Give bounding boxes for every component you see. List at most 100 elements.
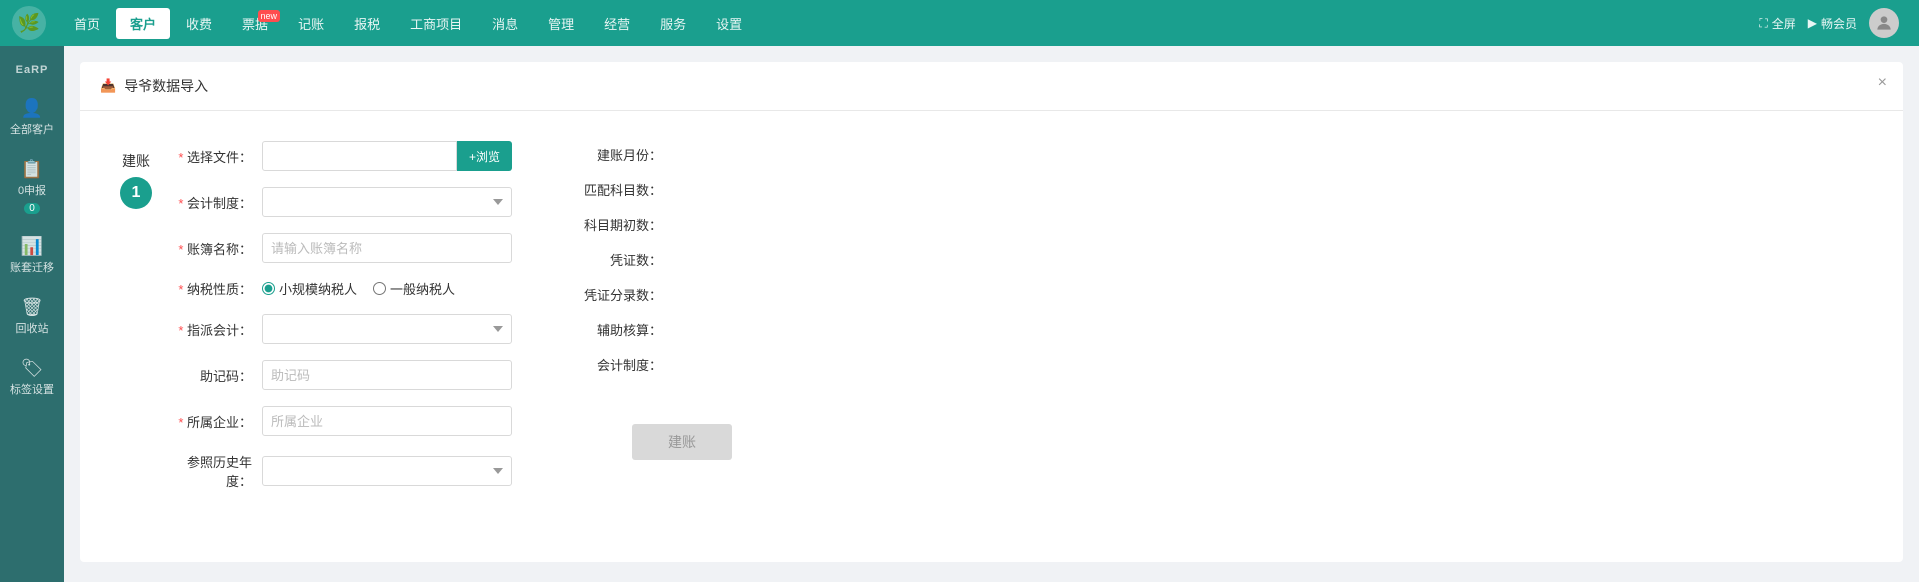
initial-subjects-label: 科目期初数： — [572, 215, 662, 234]
history-year-label: 参照历史年度： — [172, 452, 252, 490]
memo-row: 助记码： — [172, 360, 512, 390]
ledger-name-label: 账簿名称： — [172, 239, 252, 258]
general-taxpayer-option[interactable]: 一般纳税人 — [373, 279, 455, 298]
match-subjects-row: 匹配科目数： — [572, 180, 792, 199]
aux-accounting-row: 辅助核算： — [572, 320, 792, 339]
voucher-count-label: 凭证数： — [572, 250, 662, 269]
history-year-row: 参照历史年度： — [172, 452, 512, 490]
assign-accountant-label: 指派会计： — [172, 320, 252, 339]
fullscreen-button[interactable]: ⛶ 全屏 — [1759, 15, 1795, 32]
accounting-system-label: 会计制度： — [172, 193, 252, 212]
memo-input[interactable] — [262, 360, 512, 390]
member-button[interactable]: ▶ 畅会员 — [1808, 15, 1857, 32]
sidebar-item-label: 回收站 — [16, 322, 49, 336]
info-accounting-system-label: 会计制度： — [572, 355, 662, 374]
sidebar-item-label: 账套迁移 — [10, 261, 54, 275]
nav-item-settings[interactable]: 设置 — [702, 8, 756, 39]
file-label: 选择文件： — [172, 147, 252, 166]
initial-subjects-row: 科目期初数： — [572, 215, 792, 234]
nav-item-business-project[interactable]: 工商项目 — [396, 8, 476, 39]
tags-icon: 🏷 — [21, 358, 44, 379]
nav-items: 首页 客户 收费 票据 new 记账 报税 工商项目 消息 管理 经营 服务 设… — [60, 8, 1759, 39]
voucher-count-row: 凭证数： — [572, 250, 792, 269]
sidebar-item-recycle[interactable]: 🗑 回收站 — [0, 287, 64, 346]
general-taxpayer-radio[interactable] — [373, 282, 386, 295]
fullscreen-icon: ⛶ — [1759, 16, 1767, 31]
content-area: 📥 导爷数据导入 × 建账 1 选择 — [64, 46, 1919, 582]
tax-type-label: 纳税性质： — [172, 279, 252, 298]
setup-month-label: 建账月份： — [572, 145, 662, 164]
small-taxpayer-option[interactable]: 小规模纳税人 — [262, 279, 357, 298]
panel-title: 导爷数据导入 — [124, 76, 208, 96]
tax-type-row: 纳税性质： 小规模纳税人 一般纳税人 — [172, 279, 512, 298]
assign-accountant-select[interactable] — [262, 314, 512, 344]
migration-icon: 📊 — [21, 236, 43, 257]
recycle-icon: 🗑 — [21, 297, 44, 318]
nav-right: ⛶ 全屏 ▶ 畅会员 — [1759, 8, 1911, 38]
declaration-badge: 0 — [24, 203, 40, 214]
panel-body: 建账 1 选择文件： +浏览 — [80, 111, 1903, 520]
history-year-select[interactable] — [262, 456, 512, 486]
top-navigation: 🌿 首页 客户 收费 票据 new 记账 报税 工商项目 消息 管理 经营 服务… — [0, 0, 1919, 46]
nav-item-operations[interactable]: 经营 — [590, 8, 644, 39]
import-icon: 📥 — [100, 78, 116, 94]
nav-item-home[interactable]: 首页 — [60, 8, 114, 39]
step-label: 建账 — [122, 151, 150, 171]
company-input[interactable] — [262, 406, 512, 436]
sidebar-item-all-clients[interactable]: 👤 全部客户 — [0, 88, 64, 147]
nav-item-client[interactable]: 客户 — [116, 8, 170, 39]
sidebar-item-tags[interactable]: 🏷 标签设置 — [0, 348, 64, 407]
step-section: 建账 1 选择文件： +浏览 — [120, 141, 512, 490]
main-layout: EaRP 👤 全部客户 📋 0申报 0 📊 账套迁移 🗑 回收站 🏷 标签设置 — [0, 46, 1919, 582]
sidebar-item-label: 标签设置 — [10, 383, 54, 397]
avatar[interactable] — [1869, 8, 1899, 38]
right-info-container: 建账月份： 匹配科目数： 科目期初数： 凭证数： — [572, 141, 792, 490]
company-label: 所属企业： — [172, 412, 252, 431]
ledger-name-input[interactable] — [262, 233, 512, 263]
sidebar-item-earp: EaRP — [0, 54, 64, 86]
company-row: 所属企业： — [172, 406, 512, 436]
info-accounting-system-row: 会计制度： — [572, 355, 792, 374]
all-clients-icon: 👤 — [21, 98, 43, 119]
nav-item-message[interactable]: 消息 — [478, 8, 532, 39]
logo-icon: 🌿 — [18, 13, 40, 34]
aux-accounting-label: 辅助核算： — [572, 320, 662, 339]
sidebar-item-declaration[interactable]: 📋 0申报 0 — [0, 149, 64, 223]
nav-item-tax[interactable]: 报税 — [340, 8, 394, 39]
file-input-group: +浏览 — [262, 141, 512, 171]
file-text-input[interactable] — [262, 141, 457, 171]
sidebar-item-label: 0申报 — [18, 184, 46, 198]
assign-accountant-row: 指派会计： — [172, 314, 512, 344]
nav-item-fee[interactable]: 收费 — [172, 8, 226, 39]
accounting-system-row: 会计制度： — [172, 187, 512, 217]
nav-item-manage[interactable]: 管理 — [534, 8, 588, 39]
tax-type-radio-group: 小规模纳税人 一般纳税人 — [262, 279, 455, 298]
browse-button[interactable]: +浏览 — [457, 141, 512, 171]
close-button[interactable]: × — [1878, 74, 1887, 92]
form-section: 选择文件： +浏览 会计制度： — [172, 141, 512, 490]
nav-item-invoice[interactable]: 票据 new — [228, 8, 282, 39]
info-section: 建账月份： 匹配科目数： 科目期初数： 凭证数： — [572, 141, 792, 374]
import-panel: 📥 导爷数据导入 × 建账 1 选择 — [80, 62, 1903, 562]
sidebar-item-migration[interactable]: 📊 账套迁移 — [0, 226, 64, 285]
step-circle: 1 — [120, 177, 152, 209]
sidebar-item-label: 全部客户 — [10, 123, 54, 137]
accounting-system-select[interactable] — [262, 187, 512, 217]
voucher-entries-label: 凭证分录数： — [572, 285, 662, 304]
create-account-button[interactable]: 建账 — [632, 424, 732, 460]
match-subjects-label: 匹配科目数： — [572, 180, 662, 199]
member-icon: ▶ — [1808, 16, 1817, 30]
file-row: 选择文件： +浏览 — [172, 141, 512, 171]
nav-item-service[interactable]: 服务 — [646, 8, 700, 39]
panel-header: 📥 导爷数据导入 × — [80, 62, 1903, 111]
earp-label: EaRP — [16, 64, 49, 76]
voucher-entries-row: 凭证分录数： — [572, 285, 792, 304]
small-taxpayer-radio[interactable] — [262, 282, 275, 295]
memo-label: 助记码： — [172, 366, 252, 385]
declaration-icon: 📋 — [21, 159, 43, 180]
sidebar: EaRP 👤 全部客户 📋 0申报 0 📊 账套迁移 🗑 回收站 🏷 标签设置 — [0, 46, 64, 582]
new-badge: new — [258, 10, 281, 23]
setup-month-row: 建账月份： — [572, 145, 792, 164]
nav-item-bookkeeping[interactable]: 记账 — [284, 8, 338, 39]
logo[interactable]: 🌿 — [8, 2, 50, 44]
